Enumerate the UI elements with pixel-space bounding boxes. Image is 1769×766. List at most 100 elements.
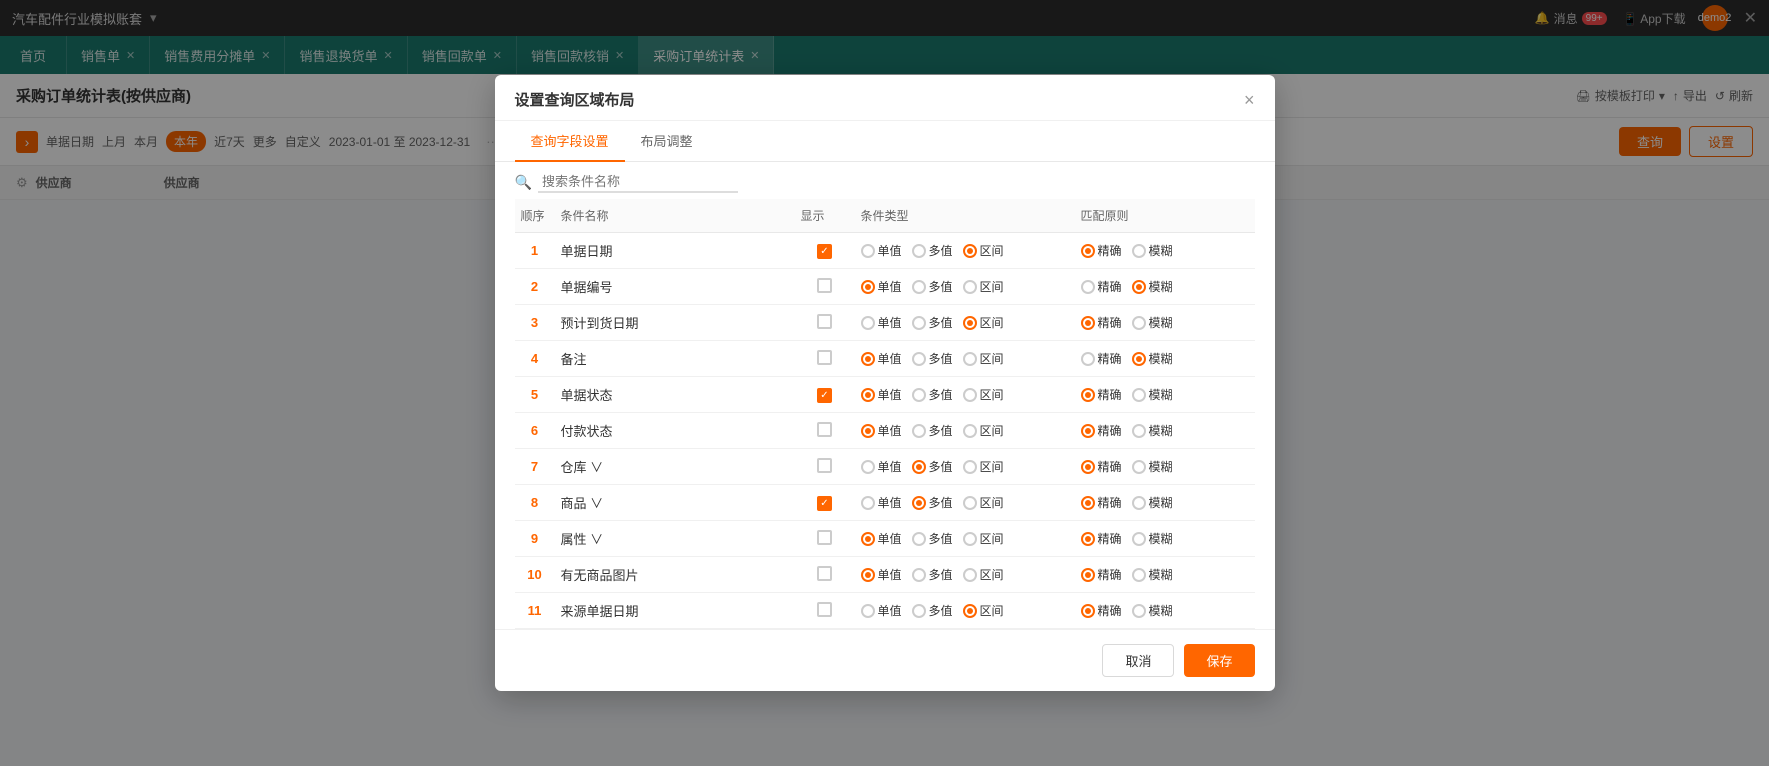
type-radio-多值-3[interactable]: 多值 bbox=[912, 314, 953, 331]
row-match-10: 精确模糊 bbox=[1075, 557, 1255, 593]
th-show: 显示 bbox=[795, 199, 855, 233]
row-show-checkbox-1[interactable]: ✓ bbox=[795, 233, 855, 269]
match-radio-精确-3[interactable]: 精确 bbox=[1081, 314, 1122, 331]
type-radio-区间-11[interactable]: 区间 bbox=[963, 602, 1004, 619]
match-radio-精确-2[interactable]: 精确 bbox=[1081, 278, 1122, 295]
dialog-header: 设置查询区域布局 × bbox=[495, 75, 1275, 121]
match-radio-精确-1[interactable]: 精确 bbox=[1081, 242, 1122, 259]
row-show-checkbox-7[interactable] bbox=[795, 449, 855, 485]
table-row: 3预计到货日期单值多值区间精确模糊 bbox=[515, 305, 1255, 341]
row-order-5: 5 bbox=[515, 377, 555, 413]
type-radio-单值-7[interactable]: 单值 bbox=[861, 458, 902, 475]
match-radio-模糊-7[interactable]: 模糊 bbox=[1132, 458, 1173, 475]
type-radio-单值-1[interactable]: 单值 bbox=[861, 242, 902, 259]
type-radio-单值-4[interactable]: 单值 bbox=[861, 350, 902, 367]
match-radio-模糊-9[interactable]: 模糊 bbox=[1132, 530, 1173, 547]
type-radio-多值-1[interactable]: 多值 bbox=[912, 242, 953, 259]
row-match-2: 精确模糊 bbox=[1075, 269, 1255, 305]
type-radio-多值-5[interactable]: 多值 bbox=[912, 386, 953, 403]
match-radio-模糊-4[interactable]: 模糊 bbox=[1132, 350, 1173, 367]
type-radio-区间-6[interactable]: 区间 bbox=[963, 422, 1004, 439]
table-row: 8商品 ∨✓单值多值区间精确模糊 bbox=[515, 485, 1255, 521]
row-show-checkbox-2[interactable] bbox=[795, 269, 855, 305]
match-radio-精确-5[interactable]: 精确 bbox=[1081, 386, 1122, 403]
type-radio-多值-9[interactable]: 多值 bbox=[912, 530, 953, 547]
match-radio-模糊-6[interactable]: 模糊 bbox=[1132, 422, 1173, 439]
match-radio-模糊-3[interactable]: 模糊 bbox=[1132, 314, 1173, 331]
type-radio-区间-10[interactable]: 区间 bbox=[963, 566, 1004, 583]
row-show-checkbox-6[interactable] bbox=[795, 413, 855, 449]
row-type-7: 单值多值区间 bbox=[855, 449, 1075, 485]
match-radio-精确-8[interactable]: 精确 bbox=[1081, 494, 1122, 511]
match-radio-模糊-11[interactable]: 模糊 bbox=[1132, 602, 1173, 619]
match-radio-精确-11[interactable]: 精确 bbox=[1081, 602, 1122, 619]
modal-overlay: 设置查询区域布局 × 查询字段设置 布局调整 🔍 顺序 条件名称 bbox=[0, 0, 1769, 766]
match-radio-模糊-5[interactable]: 模糊 bbox=[1132, 386, 1173, 403]
th-type: 条件类型 bbox=[855, 199, 1075, 233]
type-radio-区间-4[interactable]: 区间 bbox=[963, 350, 1004, 367]
row-name-3: 预计到货日期 bbox=[555, 305, 795, 341]
row-order-1: 1 bbox=[515, 233, 555, 269]
row-show-checkbox-3[interactable] bbox=[795, 305, 855, 341]
match-radio-模糊-8[interactable]: 模糊 bbox=[1132, 494, 1173, 511]
row-name-2: 单据编号 bbox=[555, 269, 795, 305]
type-radio-多值-2[interactable]: 多值 bbox=[912, 278, 953, 295]
row-order-4: 4 bbox=[515, 341, 555, 377]
type-radio-区间-3[interactable]: 区间 bbox=[963, 314, 1004, 331]
settings-dialog: 设置查询区域布局 × 查询字段设置 布局调整 🔍 顺序 条件名称 bbox=[495, 75, 1275, 691]
row-match-9: 精确模糊 bbox=[1075, 521, 1255, 557]
type-radio-区间-1[interactable]: 区间 bbox=[963, 242, 1004, 259]
row-show-checkbox-10[interactable] bbox=[795, 557, 855, 593]
condition-search-input[interactable] bbox=[538, 172, 738, 193]
type-radio-多值-6[interactable]: 多值 bbox=[912, 422, 953, 439]
match-radio-精确-10[interactable]: 精确 bbox=[1081, 566, 1122, 583]
type-radio-单值-8[interactable]: 单值 bbox=[861, 494, 902, 511]
row-match-3: 精确模糊 bbox=[1075, 305, 1255, 341]
type-radio-多值-10[interactable]: 多值 bbox=[912, 566, 953, 583]
type-radio-单值-6[interactable]: 单值 bbox=[861, 422, 902, 439]
dialog-close-button[interactable]: × bbox=[1244, 91, 1255, 109]
row-match-1: 精确模糊 bbox=[1075, 233, 1255, 269]
type-radio-区间-2[interactable]: 区间 bbox=[963, 278, 1004, 295]
type-radio-区间-9[interactable]: 区间 bbox=[963, 530, 1004, 547]
row-show-checkbox-4[interactable] bbox=[795, 341, 855, 377]
row-type-6: 单值多值区间 bbox=[855, 413, 1075, 449]
type-radio-单值-2[interactable]: 单值 bbox=[861, 278, 902, 295]
row-name-11: 来源单据日期 bbox=[555, 593, 795, 629]
type-radio-单值-11[interactable]: 单值 bbox=[861, 602, 902, 619]
type-radio-单值-10[interactable]: 单值 bbox=[861, 566, 902, 583]
row-show-checkbox-5[interactable]: ✓ bbox=[795, 377, 855, 413]
row-order-2: 2 bbox=[515, 269, 555, 305]
row-show-checkbox-9[interactable] bbox=[795, 521, 855, 557]
match-radio-精确-9[interactable]: 精确 bbox=[1081, 530, 1122, 547]
row-type-1: 单值多值区间 bbox=[855, 233, 1075, 269]
tab-layout-adjust[interactable]: 布局调整 bbox=[625, 121, 709, 162]
type-radio-区间-8[interactable]: 区间 bbox=[963, 494, 1004, 511]
match-radio-模糊-10[interactable]: 模糊 bbox=[1132, 566, 1173, 583]
type-radio-多值-8[interactable]: 多值 bbox=[912, 494, 953, 511]
type-radio-单值-5[interactable]: 单值 bbox=[861, 386, 902, 403]
type-radio-多值-7[interactable]: 多值 bbox=[912, 458, 953, 475]
cancel-button[interactable]: 取消 bbox=[1102, 644, 1174, 677]
save-button[interactable]: 保存 bbox=[1184, 644, 1254, 677]
type-radio-单值-3[interactable]: 单值 bbox=[861, 314, 902, 331]
match-radio-精确-6[interactable]: 精确 bbox=[1081, 422, 1122, 439]
type-radio-多值-11[interactable]: 多值 bbox=[912, 602, 953, 619]
row-name-1: 单据日期 bbox=[555, 233, 795, 269]
th-name: 条件名称 bbox=[555, 199, 795, 233]
match-radio-模糊-2[interactable]: 模糊 bbox=[1132, 278, 1173, 295]
row-show-checkbox-11[interactable] bbox=[795, 593, 855, 629]
type-radio-单值-9[interactable]: 单值 bbox=[861, 530, 902, 547]
type-radio-多值-4[interactable]: 多值 bbox=[912, 350, 953, 367]
match-radio-精确-7[interactable]: 精确 bbox=[1081, 458, 1122, 475]
type-radio-区间-7[interactable]: 区间 bbox=[963, 458, 1004, 475]
match-radio-精确-4[interactable]: 精确 bbox=[1081, 350, 1122, 367]
tab-query-fields[interactable]: 查询字段设置 bbox=[515, 121, 625, 162]
row-match-8: 精确模糊 bbox=[1075, 485, 1255, 521]
type-radio-区间-5[interactable]: 区间 bbox=[963, 386, 1004, 403]
th-order: 顺序 bbox=[515, 199, 555, 233]
match-radio-模糊-1[interactable]: 模糊 bbox=[1132, 242, 1173, 259]
row-show-checkbox-8[interactable]: ✓ bbox=[795, 485, 855, 521]
row-name-10: 有无商品图片 bbox=[555, 557, 795, 593]
row-order-11: 11 bbox=[515, 593, 555, 629]
